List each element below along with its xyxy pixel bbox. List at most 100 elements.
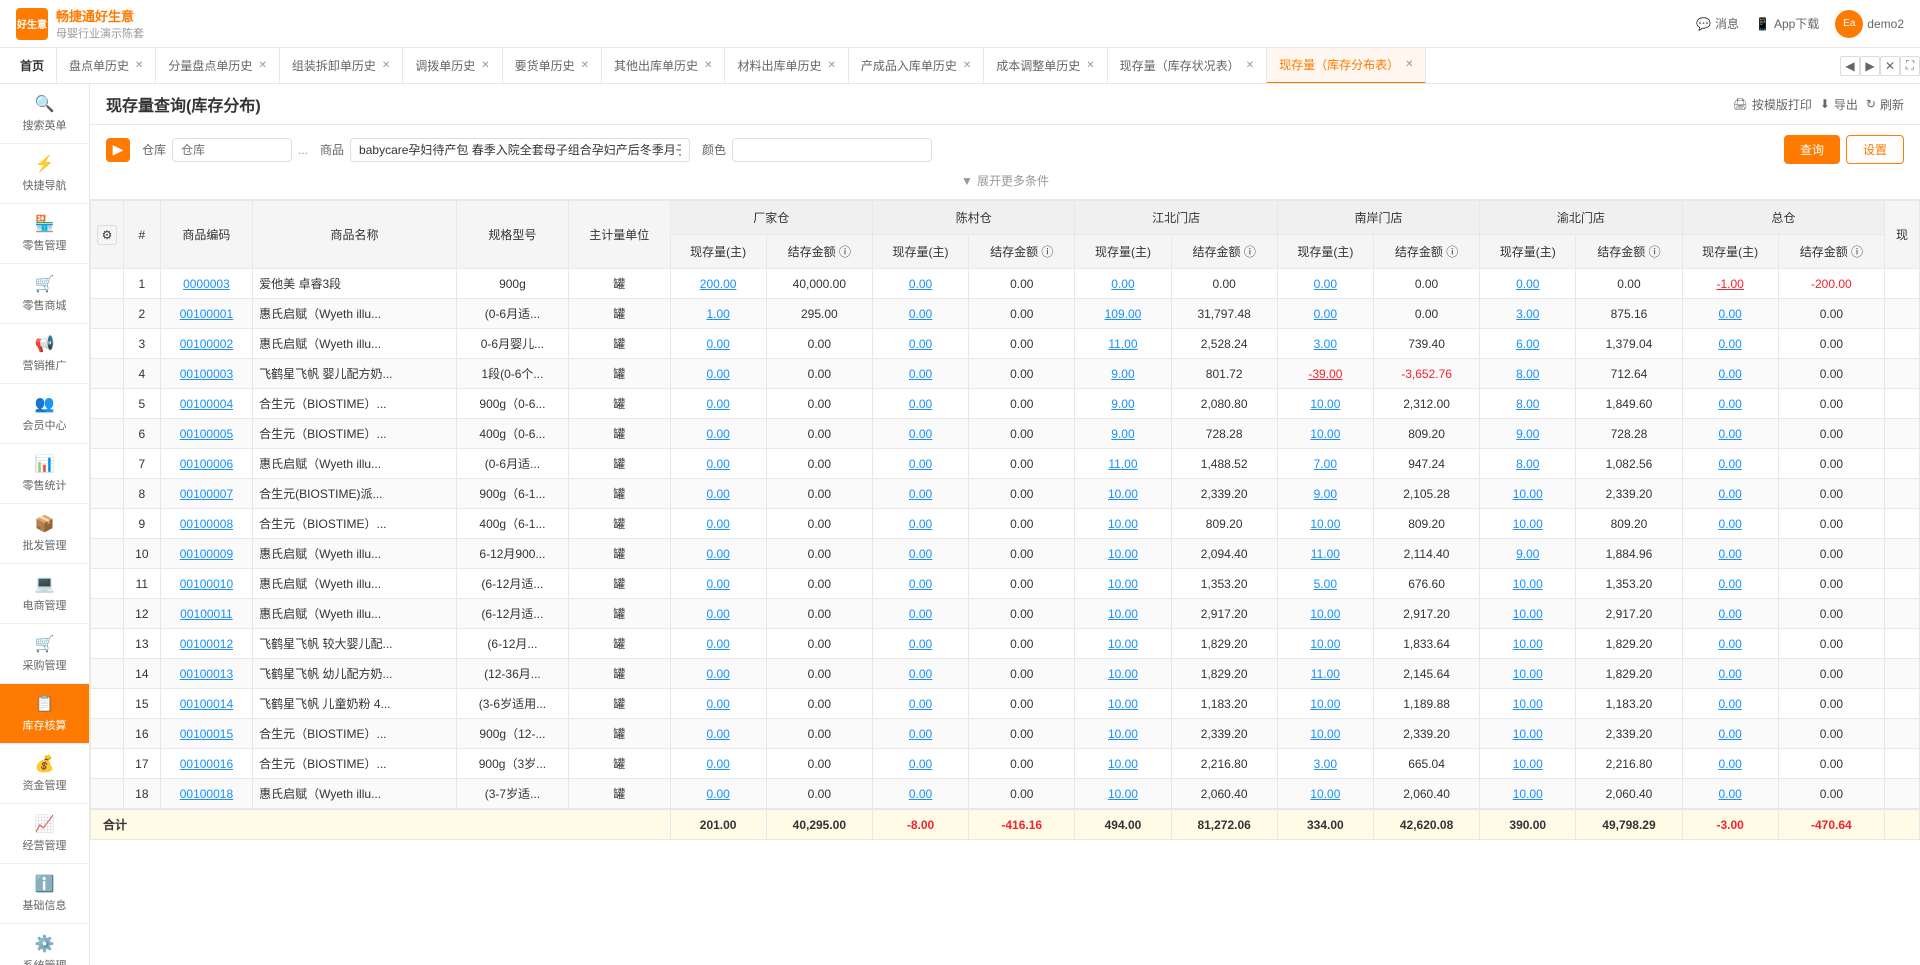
row-w2-qty[interactable]: 10.00 — [1075, 689, 1171, 719]
row-factory-qty[interactable]: 0.00 — [670, 749, 766, 779]
row-factory-qty[interactable]: 0.00 — [670, 419, 766, 449]
row-w2-qty[interactable]: 9.00 — [1075, 419, 1171, 449]
row-factory-qty[interactable]: 0.00 — [670, 569, 766, 599]
row-total-qty[interactable]: 0.00 — [1682, 509, 1778, 539]
row-w2-qty[interactable]: 10.00 — [1075, 779, 1171, 810]
tab-next-btn[interactable]: ▶ — [1860, 56, 1880, 76]
user-area[interactable]: Ea demo2 — [1835, 10, 1904, 38]
row-total-qty[interactable]: 0.00 — [1682, 569, 1778, 599]
row-total-qty[interactable]: 0.00 — [1682, 779, 1778, 810]
row-w4-qty[interactable]: 10.00 — [1480, 479, 1576, 509]
row-w1-qty[interactable]: 0.00 — [873, 539, 969, 569]
row-w4-qty[interactable]: 9.00 — [1480, 419, 1576, 449]
tab-close-icon[interactable]: ✕ — [581, 60, 589, 71]
tab-prev-btn[interactable]: ◀ — [1840, 56, 1860, 76]
tab-item-8[interactable]: 产成品入库单历史✕ — [849, 48, 984, 84]
row-w4-qty[interactable]: 3.00 — [1480, 299, 1576, 329]
row-total-qty[interactable]: 0.00 — [1682, 689, 1778, 719]
row-w1-qty[interactable]: 0.00 — [873, 599, 969, 629]
row-w4-qty[interactable]: 10.00 — [1480, 569, 1576, 599]
row-factory-qty[interactable]: 0.00 — [670, 539, 766, 569]
row-w2-qty[interactable]: 0.00 — [1075, 269, 1171, 299]
row-total-qty[interactable]: 0.00 — [1682, 449, 1778, 479]
row-code[interactable]: 00100008 — [160, 509, 252, 539]
sidebar-item-6[interactable]: 📊零售统计 — [0, 444, 89, 504]
row-code[interactable]: 00100012 — [160, 629, 252, 659]
tab-item-4[interactable]: 调拨单历史✕ — [403, 48, 502, 84]
row-total-qty[interactable]: 0.00 — [1682, 299, 1778, 329]
tab-close-icon[interactable]: ✕ — [963, 60, 971, 71]
tab-item-5[interactable]: 要货单历史✕ — [503, 48, 602, 84]
row-w1-qty[interactable]: 0.00 — [873, 269, 969, 299]
row-total-qty[interactable]: 0.00 — [1682, 479, 1778, 509]
row-w3-qty[interactable]: 5.00 — [1277, 569, 1373, 599]
th-settings[interactable]: ⚙ — [91, 201, 124, 269]
app-download-btn[interactable]: 📱 App下载 — [1755, 15, 1819, 32]
row-code[interactable]: 00100009 — [160, 539, 252, 569]
row-w4-qty[interactable]: 0.00 — [1480, 269, 1576, 299]
row-total-qty[interactable]: 0.00 — [1682, 719, 1778, 749]
row-code[interactable]: 00100005 — [160, 419, 252, 449]
row-w1-qty[interactable]: 0.00 — [873, 569, 969, 599]
row-w3-qty[interactable]: 10.00 — [1277, 779, 1373, 810]
row-w1-qty[interactable]: 0.00 — [873, 449, 969, 479]
tab-close-all-btn[interactable]: ✕ — [1880, 56, 1900, 76]
sidebar-item-0[interactable]: 🔍搜索英单 — [0, 84, 89, 144]
row-w2-qty[interactable]: 9.00 — [1075, 359, 1171, 389]
tab-item-9[interactable]: 成本调整单历史✕ — [984, 48, 1107, 84]
query-btn[interactable]: 查询 — [1784, 135, 1840, 164]
tab-item-0[interactable]: 首页 — [8, 48, 57, 84]
row-w3-qty[interactable]: 10.00 — [1277, 509, 1373, 539]
refresh-btn[interactable]: ↻ 刷新 — [1866, 96, 1904, 113]
row-w3-qty[interactable]: 10.00 — [1277, 629, 1373, 659]
row-w3-qty[interactable]: 0.00 — [1277, 299, 1373, 329]
message-btn[interactable]: 💬 消息 — [1696, 15, 1739, 32]
row-w2-qty[interactable]: 10.00 — [1075, 719, 1171, 749]
print-btn[interactable]: 🖨 按模版打印 — [1733, 96, 1812, 113]
row-factory-qty[interactable]: 0.00 — [670, 629, 766, 659]
row-w4-qty[interactable]: 8.00 — [1480, 359, 1576, 389]
tab-close-icon[interactable]: ✕ — [704, 60, 712, 71]
row-factory-qty[interactable]: 0.00 — [670, 359, 766, 389]
settings-icon[interactable]: ⚙ — [97, 225, 117, 245]
tab-close-icon[interactable]: ✕ — [382, 60, 390, 71]
row-w4-qty[interactable]: 10.00 — [1480, 629, 1576, 659]
row-total-qty[interactable]: 0.00 — [1682, 539, 1778, 569]
row-w4-qty[interactable]: 9.00 — [1480, 539, 1576, 569]
tab-close-icon[interactable]: ✕ — [827, 60, 835, 71]
row-w2-qty[interactable]: 10.00 — [1075, 569, 1171, 599]
row-w3-qty[interactable]: 11.00 — [1277, 659, 1373, 689]
row-total-qty[interactable]: -1.00 — [1682, 269, 1778, 299]
row-w2-qty[interactable]: 10.00 — [1075, 539, 1171, 569]
row-w1-qty[interactable]: 0.00 — [873, 659, 969, 689]
row-factory-qty[interactable]: 0.00 — [670, 659, 766, 689]
sidebar-item-11[interactable]: 💰资金管理 — [0, 744, 89, 804]
row-w1-qty[interactable]: 0.00 — [873, 299, 969, 329]
row-code[interactable]: 00100006 — [160, 449, 252, 479]
row-code[interactable]: 00100016 — [160, 749, 252, 779]
tab-item-2[interactable]: 分量盘点单历史✕ — [156, 48, 279, 84]
row-w2-qty[interactable]: 11.00 — [1075, 329, 1171, 359]
row-total-qty[interactable]: 0.00 — [1682, 329, 1778, 359]
row-factory-qty[interactable]: 0.00 — [670, 689, 766, 719]
row-w3-qty[interactable]: 7.00 — [1277, 449, 1373, 479]
row-w1-qty[interactable]: 0.00 — [873, 509, 969, 539]
warehouse-input[interactable] — [172, 138, 292, 162]
filter-expand-btn[interactable]: ▶ — [106, 138, 130, 162]
row-code[interactable]: 00100007 — [160, 479, 252, 509]
row-w2-qty[interactable]: 10.00 — [1075, 599, 1171, 629]
row-w2-qty[interactable]: 10.00 — [1075, 749, 1171, 779]
row-code[interactable]: 00100018 — [160, 779, 252, 810]
row-w4-qty[interactable]: 10.00 — [1480, 749, 1576, 779]
sidebar-item-1[interactable]: ⚡快捷导航 — [0, 144, 89, 204]
row-w4-qty[interactable]: 6.00 — [1480, 329, 1576, 359]
tab-close-icon[interactable]: ✕ — [1086, 60, 1094, 71]
row-w2-qty[interactable]: 10.00 — [1075, 479, 1171, 509]
tab-item-11[interactable]: 现存量（库存分布表）✕ — [1267, 48, 1426, 84]
goods-input[interactable] — [350, 138, 690, 162]
row-w3-qty[interactable]: 3.00 — [1277, 749, 1373, 779]
row-code[interactable]: 00100013 — [160, 659, 252, 689]
row-w3-qty[interactable]: 10.00 — [1277, 419, 1373, 449]
row-factory-qty[interactable]: 0.00 — [670, 509, 766, 539]
row-w4-qty[interactable]: 10.00 — [1480, 599, 1576, 629]
